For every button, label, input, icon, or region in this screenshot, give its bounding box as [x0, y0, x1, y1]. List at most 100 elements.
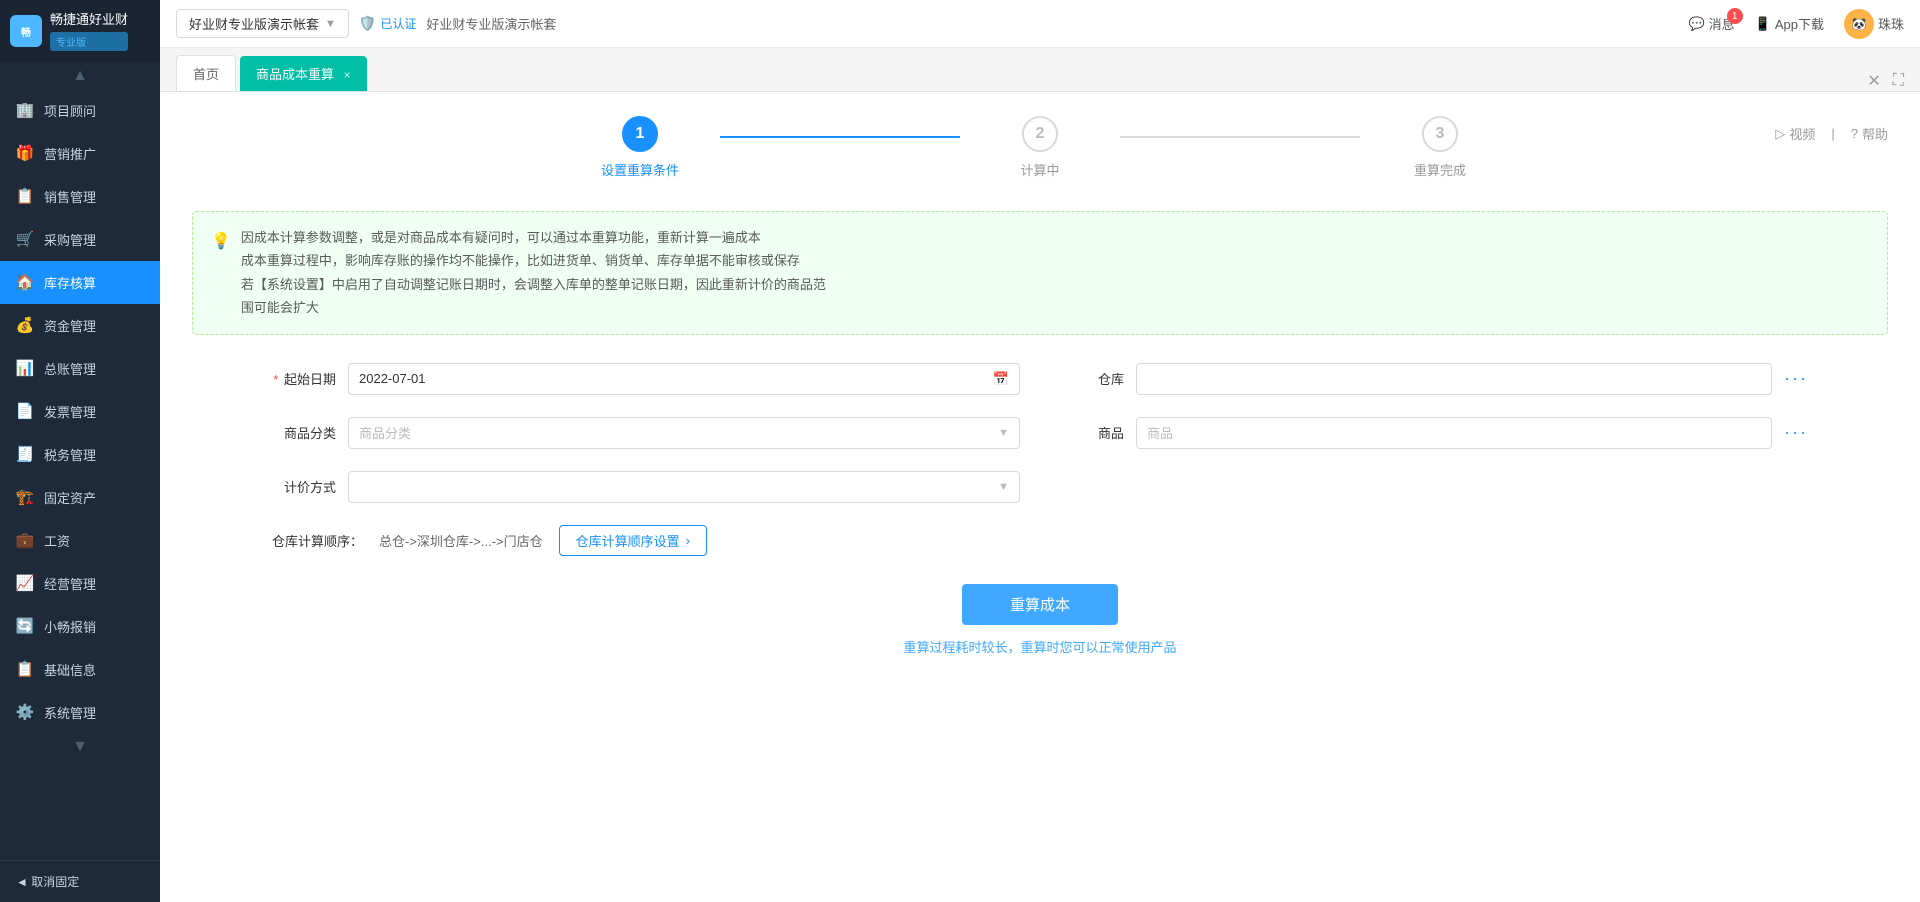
goods-field: 商品 商品 ··· [1060, 417, 1808, 449]
shield-icon: 🛡️ [359, 15, 376, 32]
warehouse-field: 仓库 ··· [1060, 363, 1808, 395]
accounting-icon: 📊 [16, 359, 34, 377]
sidebar-item-system[interactable]: ⚙️ 系统管理 [0, 691, 160, 734]
step-3-circle: 3 [1422, 116, 1458, 152]
bulb-icon: 💡 [211, 228, 231, 320]
verified-badge: 🛡️ 已认证 [359, 15, 416, 32]
operation-icon: 📈 [16, 574, 34, 592]
project-icon: 🏢 [16, 101, 34, 119]
content-area: 1 设置重算条件 2 计算中 3 [160, 92, 1920, 902]
user-avatar[interactable]: 🐼 珠珠 [1844, 9, 1904, 39]
sidebar-scroll-up: ▲ [0, 63, 160, 89]
submit-hint: 重算过程耗时较长，重算时您可以正常使用产品 [903, 637, 1176, 656]
app-download-button[interactable]: 📱 App下载 [1755, 14, 1824, 33]
goods-more-icon[interactable]: ··· [1784, 422, 1808, 443]
notification-badge: 1 [1727, 8, 1743, 24]
purchase-icon: 🛒 [16, 230, 34, 248]
start-date-label: * 起始日期 [272, 369, 336, 388]
account-selector[interactable]: 好业财专业版演示帐套 ▼ [176, 9, 349, 38]
sidebar-item-tax[interactable]: 🧾 税务管理 [0, 433, 160, 476]
mobile-icon: 📱 [1755, 16, 1771, 32]
goods-input[interactable]: 商品 [1136, 417, 1772, 449]
submit-section: 重算成本 重算过程耗时较长，重算时您可以正常使用产品 [272, 584, 1808, 656]
sidebar-item-marketing[interactable]: 🎁 营销推广 [0, 132, 160, 175]
category-placeholder: 商品分类 [359, 423, 411, 442]
info-line-3: 若【系统设置】中启用了自动调整记账日期时，会调整入库单的整单记账日期，因此重新计… [241, 273, 826, 296]
sidebar-pin-toggle[interactable]: ◄ 取消固定 [0, 860, 160, 902]
sidebar-item-purchase[interactable]: 🛒 采购管理 [0, 218, 160, 261]
video-link[interactable]: ▷ 视频 [1775, 124, 1815, 143]
warehouse-label: 仓库 [1060, 369, 1124, 388]
form-row-2: 商品分类 商品分类 ▼ 商品 商品 ··· [272, 417, 1808, 449]
sidebar-item-sales[interactable]: 📋 销售管理 [0, 175, 160, 218]
category-select[interactable]: 商品分类 ▼ [348, 417, 1020, 449]
chevron-down-icon: ▼ [325, 18, 336, 30]
sidebar-item-operation[interactable]: 📈 经营管理 [0, 562, 160, 605]
pricing-arrow-icon: ▼ [998, 481, 1009, 493]
step-3-label: 重算完成 [1414, 160, 1466, 179]
step-2: 2 计算中 [960, 116, 1120, 179]
invoice-icon: 📄 [16, 402, 34, 420]
submit-button[interactable]: 重算成本 [962, 584, 1118, 625]
warehouse-more-icon[interactable]: ··· [1784, 368, 1808, 389]
warehouse-order-value: 总仓->深圳仓库->...->门店仓 [379, 531, 543, 550]
main-area: 好业财专业版演示帐套 ▼ 🛡️ 已认证 好业财专业版演示帐套 💬 消息 1 📱 … [160, 0, 1920, 902]
calendar-icon[interactable]: 📅 [993, 371, 1009, 387]
message-button[interactable]: 💬 消息 1 [1688, 14, 1734, 33]
step-connector-2 [1120, 136, 1360, 138]
tab-cost-recalc[interactable]: 商品成本重算 × [240, 56, 367, 91]
category-arrow-icon: ▼ [998, 427, 1009, 439]
tabbar: 首页 商品成本重算 × ✕ ⛶ [160, 48, 1920, 92]
sidebar-item-accounting[interactable]: 📊 总账管理 [0, 347, 160, 390]
window-controls: ✕ ⛶ [1851, 71, 1920, 91]
message-icon: 💬 [1688, 16, 1704, 32]
basic-icon: 📋 [16, 660, 34, 678]
chevron-right-icon: › [686, 533, 690, 548]
sidebar-item-assets[interactable]: 🏗️ 固定资产 [0, 476, 160, 519]
account-name: 好业财专业版演示帐套 [189, 14, 319, 33]
start-date-value: 2022-07-01 [359, 371, 426, 386]
company-name: 好业财专业版演示帐套 [426, 14, 556, 33]
help-links: ▷ 视频 | ? 帮助 [1775, 124, 1888, 143]
sidebar-item-project[interactable]: 🏢 项目顾问 [0, 89, 160, 132]
assets-icon: 🏗️ [16, 488, 34, 506]
warehouse-order-settings-button[interactable]: 仓库计算顺序设置 › [559, 525, 707, 556]
pricing-select[interactable]: ▼ [348, 471, 1020, 503]
close-icon[interactable]: ✕ [1867, 71, 1880, 91]
sidebar-item-expense[interactable]: 🔄 小畅报销 [0, 605, 160, 648]
form-row-3: 计价方式 ▼ [272, 471, 1808, 503]
sidebar-item-payroll[interactable]: 💼 工资 [0, 519, 160, 562]
tab-close-icon[interactable]: × [344, 68, 351, 82]
step-1-circle: 1 [622, 116, 658, 152]
play-icon: ▷ [1775, 126, 1785, 142]
category-field: 商品分类 商品分类 ▼ [272, 417, 1020, 449]
form-section: * 起始日期 2022-07-01 📅 仓库 ··· 商品分类 [192, 363, 1888, 656]
payroll-icon: 💼 [16, 531, 34, 549]
sidebar-item-invoice[interactable]: 📄 发票管理 [0, 390, 160, 433]
sidebar: 畅 畅捷通好业财 专业版 ▲ 🏢 项目顾问 🎁 营销推广 📋 销售管理 🛒 采购… [0, 0, 160, 902]
avatar: 🐼 [1844, 9, 1874, 39]
step-1-label: 设置重算条件 [601, 160, 679, 179]
warehouse-order-row: 仓库计算顺序： 总仓->深圳仓库->...->门店仓 仓库计算顺序设置 › [272, 525, 1808, 556]
tax-icon: 🧾 [16, 445, 34, 463]
sales-icon: 📋 [16, 187, 34, 205]
expand-icon[interactable]: ⛶ [1893, 72, 1904, 90]
expense-icon: 🔄 [16, 617, 34, 635]
category-label: 商品分类 [272, 423, 336, 442]
required-mark: * [273, 372, 278, 387]
start-date-field: * 起始日期 2022-07-01 📅 [272, 363, 1020, 395]
tab-home[interactable]: 首页 [176, 55, 236, 91]
help-link[interactable]: ? 帮助 [1851, 124, 1888, 143]
sidebar-item-inventory[interactable]: 🏠 库存核算 [0, 261, 160, 304]
sidebar-item-finance[interactable]: 💰 资金管理 [0, 304, 160, 347]
topbar-right: 💬 消息 1 📱 App下载 🐼 珠珠 [1688, 9, 1904, 39]
sidebar-title: 畅捷通好业财 [50, 12, 128, 28]
start-date-input[interactable]: 2022-07-01 📅 [348, 363, 1020, 395]
sidebar-logo: 畅 [10, 15, 42, 47]
sidebar-item-basic[interactable]: 📋 基础信息 [0, 648, 160, 691]
warehouse-input[interactable] [1136, 363, 1772, 395]
system-icon: ⚙️ [16, 703, 34, 721]
sidebar-badge: 专业版 [50, 32, 128, 51]
step-2-label: 计算中 [1020, 160, 1059, 179]
form-row-1: * 起始日期 2022-07-01 📅 仓库 ··· [272, 363, 1808, 395]
